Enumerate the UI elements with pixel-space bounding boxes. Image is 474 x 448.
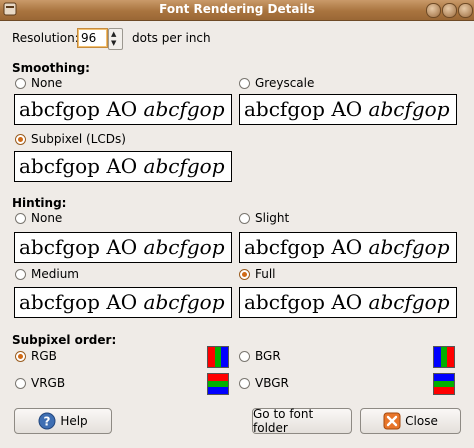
subpixel-bgr-label[interactable]: BGR [255, 349, 281, 363]
hinting-none-label[interactable]: None [31, 211, 62, 225]
smoothing-heading: Smoothing: [12, 61, 90, 75]
smoothing-none-radio[interactable] [15, 78, 26, 89]
hinting-medium-sample: abcfgop AO abcfgop [14, 287, 232, 318]
hinting-medium-label[interactable]: Medium [31, 267, 79, 281]
resolution-spinbox[interactable]: ▲ ▼ [77, 28, 123, 50]
subpixel-vbgr-label[interactable]: VBGR [255, 376, 289, 390]
hinting-full-label[interactable]: Full [255, 267, 276, 281]
hinting-slight-label[interactable]: Slight [255, 211, 289, 225]
subpixel-rgb-label[interactable]: RGB [31, 349, 57, 363]
subpixel-bgr-radio[interactable] [239, 351, 250, 362]
smoothing-none-sample: abcfgop AO abcfgop [14, 94, 232, 125]
resolution-unit: dots per inch [132, 31, 211, 45]
smoothing-subpixel-radio[interactable] [15, 134, 26, 145]
bgr-swatch-icon [433, 346, 455, 368]
bgr-swatch-red [447, 347, 455, 367]
vbgr-swatch-red [434, 387, 454, 395]
font-folder-button-label: Go to font folder [253, 407, 314, 435]
rgb-swatch-red [208, 347, 215, 367]
window-title: Font Rendering Details [159, 2, 315, 16]
vbgr-swatch-icon [433, 373, 455, 395]
resolution-input[interactable] [77, 28, 108, 48]
smoothing-subpixel-label[interactable]: Subpixel (LCDs) [31, 132, 126, 146]
svg-text:?: ? [44, 415, 51, 429]
smoothing-none-label[interactable]: None [31, 76, 62, 90]
smoothing-greyscale-label[interactable]: Greyscale [255, 76, 314, 90]
spin-up-icon[interactable]: ▲ [111, 31, 116, 38]
subpixel-vrgb-radio[interactable] [15, 378, 26, 389]
hinting-medium-radio[interactable] [15, 269, 26, 280]
help-button-label: Help [60, 414, 88, 428]
hinting-heading: Hinting: [12, 196, 67, 210]
close-icon [383, 412, 401, 430]
smoothing-greyscale-radio[interactable] [239, 78, 250, 89]
hinting-slight-sample: abcfgop AO abcfgop [239, 232, 457, 263]
vrgb-swatch-green [208, 380, 228, 388]
bgr-swatch-blue [434, 347, 441, 367]
hinting-full-sample: abcfgop AO abcfgop [239, 287, 457, 318]
vrgb-swatch-blue [208, 387, 228, 395]
rgb-swatch-green [214, 347, 222, 367]
rgb-swatch-icon [207, 346, 229, 368]
vrgb-swatch-icon [207, 373, 229, 395]
hinting-none-sample: abcfgop AO abcfgop [14, 232, 232, 263]
subpixel-rgb-radio[interactable] [15, 351, 26, 362]
minimize-button[interactable] [426, 3, 441, 18]
rgb-swatch-blue [221, 347, 229, 367]
smoothing-subpixel-sample: abcfgop AO abcfgop [14, 151, 232, 182]
spin-arrows[interactable]: ▲ ▼ [108, 28, 123, 50]
subpixel-heading: Subpixel order: [12, 333, 117, 347]
help-icon: ? [38, 412, 56, 430]
help-button[interactable]: ? Help [14, 408, 112, 434]
hinting-none-radio[interactable] [15, 213, 26, 224]
hinting-full-radio[interactable] [239, 269, 250, 280]
hinting-slight-radio[interactable] [239, 213, 250, 224]
vbgr-swatch-blue [434, 374, 454, 381]
subpixel-vbgr-radio[interactable] [239, 378, 250, 389]
close-button[interactable]: Close [360, 408, 461, 434]
smoothing-greyscale-sample: abcfgop AO abcfgop [239, 94, 457, 125]
vbgr-swatch-green [434, 380, 454, 388]
resolution-label: Resolution: [12, 31, 79, 45]
close-window-button[interactable] [458, 3, 473, 18]
title-bar: Font Rendering Details [0, 0, 474, 21]
bgr-swatch-green [440, 347, 448, 367]
close-button-label: Close [405, 414, 438, 428]
vrgb-swatch-red [208, 374, 228, 381]
go-to-font-folder-button[interactable]: Go to font folder [252, 407, 352, 435]
subpixel-vrgb-label[interactable]: VRGB [31, 376, 65, 390]
maximize-button[interactable] [442, 3, 457, 18]
spin-down-icon[interactable]: ▼ [111, 40, 116, 47]
